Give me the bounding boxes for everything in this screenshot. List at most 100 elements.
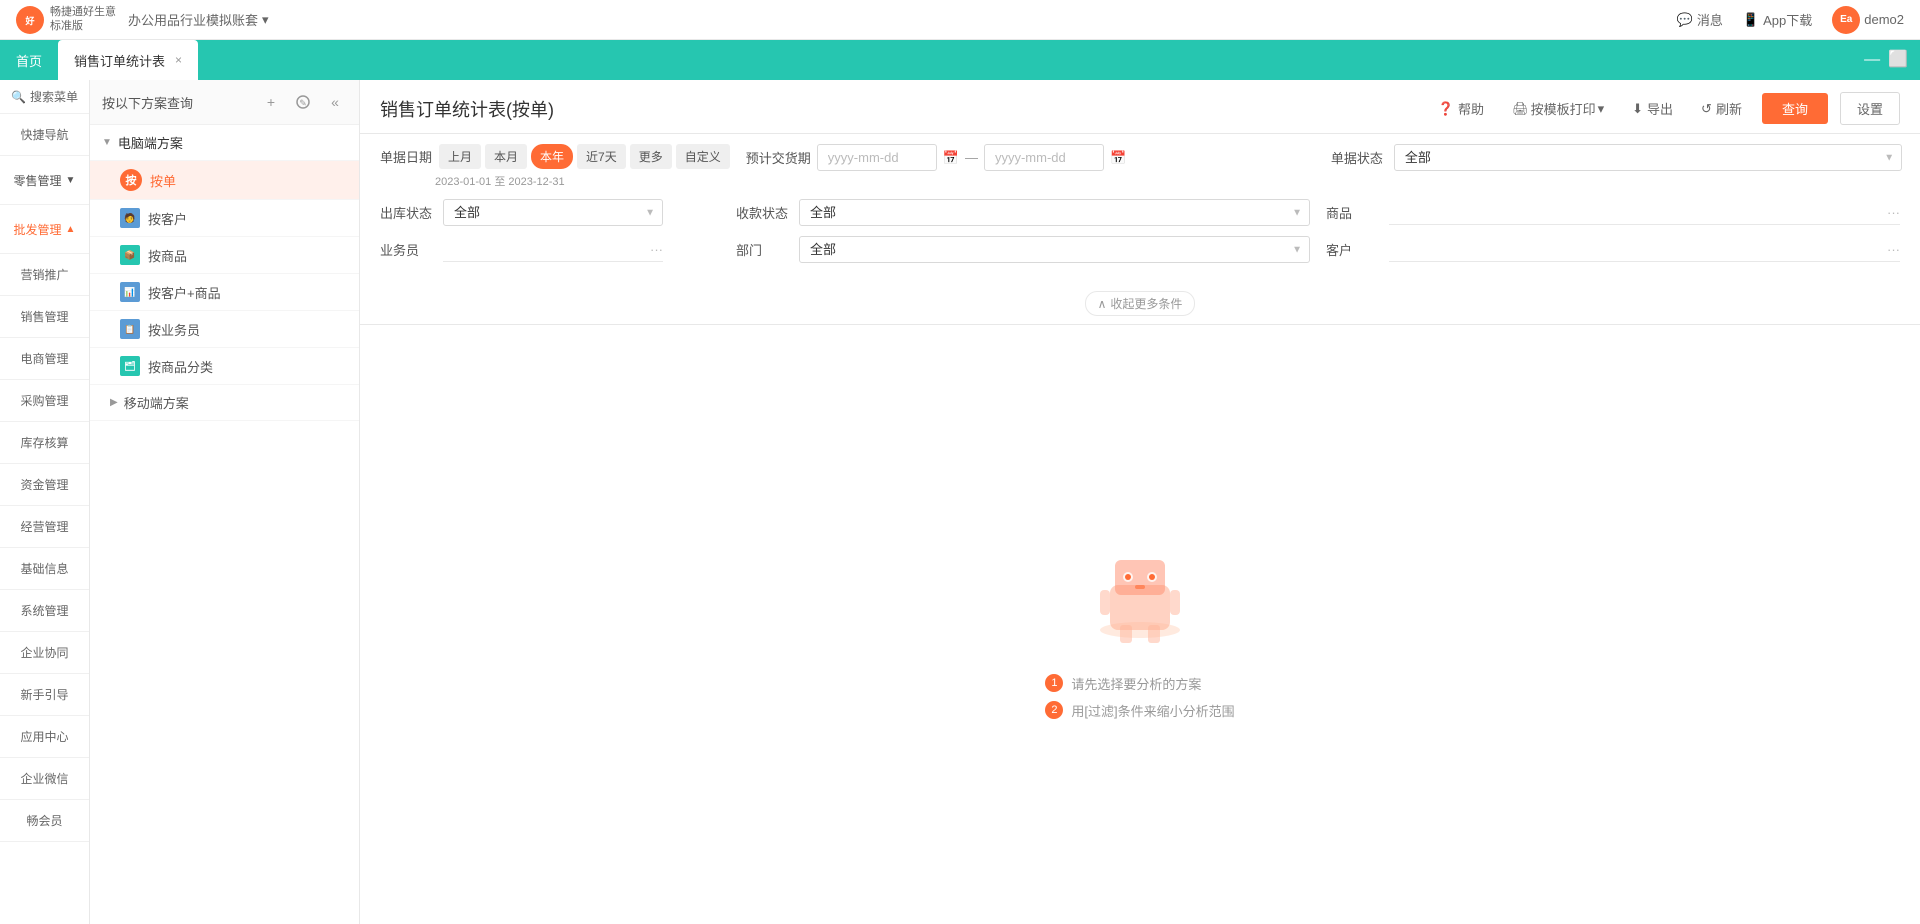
- calendar-end-icon[interactable]: 📅: [1110, 150, 1126, 166]
- page-actions: ❓ 帮助 🖨 按模板打印 ▾ ⬇ 导出 ↺ 刷新: [1430, 92, 1900, 125]
- sidebar-item-member[interactable]: 畅会员: [0, 800, 89, 842]
- customer-dots-icon[interactable]: ···: [1887, 242, 1900, 257]
- minimize-button[interactable]: —: [1864, 52, 1880, 68]
- expected-date-end-input[interactable]: [984, 144, 1104, 171]
- sidebar-item-basic[interactable]: 基础信息: [0, 548, 89, 590]
- empty-hints: 1 请先选择要分析的方案 2 用[过滤]条件来缩小分析范围: [1045, 674, 1234, 720]
- top-bar: 好 畅捷通好生意 标准版 办公用品行业模拟账套 ▾ 💬 消息 📱 App下载 E…: [0, 0, 1920, 40]
- pc-group-header[interactable]: ▼ 电脑端方案: [90, 125, 359, 161]
- chevron-down-icon: ▼: [102, 137, 112, 148]
- chevron-down-icon: ▼: [66, 175, 76, 186]
- sidebar-item-purchase[interactable]: 采购管理: [0, 380, 89, 422]
- search-icon: 🔍: [11, 90, 26, 104]
- message-icon: 💬: [1677, 12, 1693, 28]
- collapse-section: ∧ 收起更多条件: [360, 283, 1920, 325]
- refresh-button[interactable]: ↺ 刷新: [1693, 95, 1750, 122]
- customer-label: 客户: [1326, 240, 1381, 259]
- content-area: 按以下方案查询 + ✎ « ▼ 电脑端方案 按 按单: [90, 80, 1920, 924]
- sidebar-item-newbie[interactable]: 新手引导: [0, 674, 89, 716]
- sidebar-item-ecommerce[interactable]: 电商管理: [0, 338, 89, 380]
- date-label: 单据日期: [380, 147, 435, 166]
- dept-select[interactable]: 全部: [799, 236, 1310, 263]
- collapse-panel-button[interactable]: «: [323, 90, 347, 114]
- sidebar-item-wholesale[interactable]: 批发管理 ▲: [0, 205, 89, 253]
- solution-item-按商品[interactable]: 📦 按商品: [90, 237, 359, 274]
- solution-item-按单[interactable]: 按 按单: [90, 161, 359, 200]
- sidebar-item-marketing[interactable]: 营销推广: [0, 254, 89, 296]
- empty-illustration: [1080, 530, 1200, 650]
- sidebar-item-operations[interactable]: 经营管理: [0, 506, 89, 548]
- svg-text:✎: ✎: [299, 98, 307, 108]
- sidebar-item-search[interactable]: 🔍 搜索菜单: [0, 80, 89, 114]
- status-select[interactable]: 全部 待审核 已审核 已完成: [1394, 144, 1902, 171]
- solution-icon-按客户: 🧑: [120, 208, 140, 228]
- sidebar-item-enterprise[interactable]: 企业协同: [0, 632, 89, 674]
- date-btn-more[interactable]: 更多: [630, 144, 672, 169]
- add-solution-button[interactable]: +: [259, 90, 283, 114]
- tab-close-button[interactable]: ×: [175, 53, 182, 67]
- user-area[interactable]: Ea demo2: [1832, 6, 1904, 34]
- breadcrumb[interactable]: 办公用品行业模拟账套 ▾: [128, 10, 269, 29]
- collapse-filters-button[interactable]: ∧ 收起更多条件: [1085, 291, 1196, 316]
- logo-text: 畅捷通好生意 标准版: [50, 6, 116, 32]
- help-button[interactable]: ❓ 帮助: [1430, 95, 1492, 122]
- page-header: 销售订单统计表(按单) ❓ 帮助 🖨 按模板打印 ▾ ⬇ 导出: [360, 80, 1920, 134]
- status-label: 单据状态: [1331, 148, 1386, 167]
- dept-label: 部门: [736, 240, 791, 259]
- tab-active[interactable]: 销售订单统计表 ×: [58, 40, 198, 80]
- sidebar-item-finance[interactable]: 资金管理: [0, 464, 89, 506]
- solution-item-按商品分类[interactable]: 🗂 按商品分类: [90, 348, 359, 385]
- sidebar-item-apps[interactable]: 应用中心: [0, 716, 89, 758]
- out-status-select[interactable]: 全部: [443, 199, 663, 226]
- sidebar-item-system[interactable]: 系统管理: [0, 590, 89, 632]
- salesman-dots-icon[interactable]: ···: [650, 242, 663, 257]
- solution-item-按客户[interactable]: 🧑 按客户: [90, 200, 359, 237]
- chevron-up-icon: ∧: [1098, 297, 1107, 311]
- calendar-start-icon[interactable]: 📅: [943, 150, 959, 166]
- tab-bar: 首页 销售订单统计表 × — ⬜: [0, 40, 1920, 80]
- filter-row-1: 单据日期 上月 本月 本年 近7天 更多 自定义 2023-01-01 至 20…: [380, 144, 1900, 189]
- filter-row-3: 业务员 ··· 部门 全部: [380, 236, 1900, 263]
- message-button[interactable]: 💬 消息: [1677, 10, 1723, 29]
- filter-section: 单据日期 上月 本月 本年 近7天 更多 自定义 2023-01-01 至 20…: [360, 134, 1920, 283]
- chevron-up-icon: ▲: [66, 224, 76, 235]
- hint-item-1: 1 请先选择要分析的方案: [1045, 674, 1234, 693]
- query-button[interactable]: 查询: [1762, 93, 1828, 124]
- receipt-status-select[interactable]: 全部: [799, 199, 1310, 226]
- svg-text:好: 好: [24, 15, 34, 26]
- solution-icon-按商品分类: 🗂: [120, 356, 140, 376]
- sidebar-item-retail[interactable]: 零售管理 ▼: [0, 156, 89, 204]
- export-button[interactable]: ⬇ 导出: [1624, 95, 1681, 122]
- template-print-button[interactable]: 🖨 按模板打印 ▾: [1504, 95, 1612, 122]
- settings-button[interactable]: 设置: [1840, 92, 1900, 125]
- out-status-label: 出库状态: [380, 203, 435, 222]
- filter-row-2: 出库状态 全部 收款状态 全部: [380, 199, 1900, 226]
- goods-label: 商品: [1326, 203, 1381, 222]
- top-bar-left: 好 畅捷通好生意 标准版 办公用品行业模拟账套 ▾: [16, 6, 269, 34]
- solution-item-按客户+商品[interactable]: 📊 按客户+商品: [90, 274, 359, 311]
- maximize-button[interactable]: ⬜: [1888, 52, 1908, 68]
- date-quick-buttons: 上月 本月 本年 近7天 更多 自定义: [439, 144, 730, 169]
- date-btn-last-month[interactable]: 上月: [439, 144, 481, 169]
- sidebar-item-inventory[interactable]: 库存核算: [0, 422, 89, 464]
- hint-item-2: 2 用[过滤]条件来缩小分析范围: [1045, 701, 1234, 720]
- window-controls: — ⬜: [1864, 52, 1920, 68]
- solution-icon-按业务员: 📋: [120, 319, 140, 339]
- sidebar-item-quick-nav[interactable]: 快捷导航: [0, 114, 89, 156]
- solution-icon-按商品: 📦: [120, 245, 140, 265]
- mobile-group-header[interactable]: ▶ 移动端方案: [90, 385, 359, 421]
- date-btn-this-year[interactable]: 本年: [531, 144, 573, 169]
- tab-home[interactable]: 首页: [0, 40, 58, 80]
- date-btn-custom[interactable]: 自定义: [676, 144, 730, 169]
- left-panel: 按以下方案查询 + ✎ « ▼ 电脑端方案 按 按单: [90, 80, 360, 924]
- sidebar-item-sales[interactable]: 销售管理: [0, 296, 89, 338]
- goods-dots-icon[interactable]: ···: [1887, 205, 1900, 220]
- sidebar-item-wechat[interactable]: 企业微信: [0, 758, 89, 800]
- export-icon: ⬇: [1632, 101, 1643, 117]
- expected-date-start-input[interactable]: [817, 144, 937, 171]
- date-btn-7days[interactable]: 近7天: [577, 144, 626, 169]
- solution-item-按业务员[interactable]: 📋 按业务员: [90, 311, 359, 348]
- date-btn-this-month[interactable]: 本月: [485, 144, 527, 169]
- edit-solution-button[interactable]: ✎: [291, 90, 315, 114]
- app-download-button[interactable]: 📱 App下载: [1743, 10, 1812, 29]
